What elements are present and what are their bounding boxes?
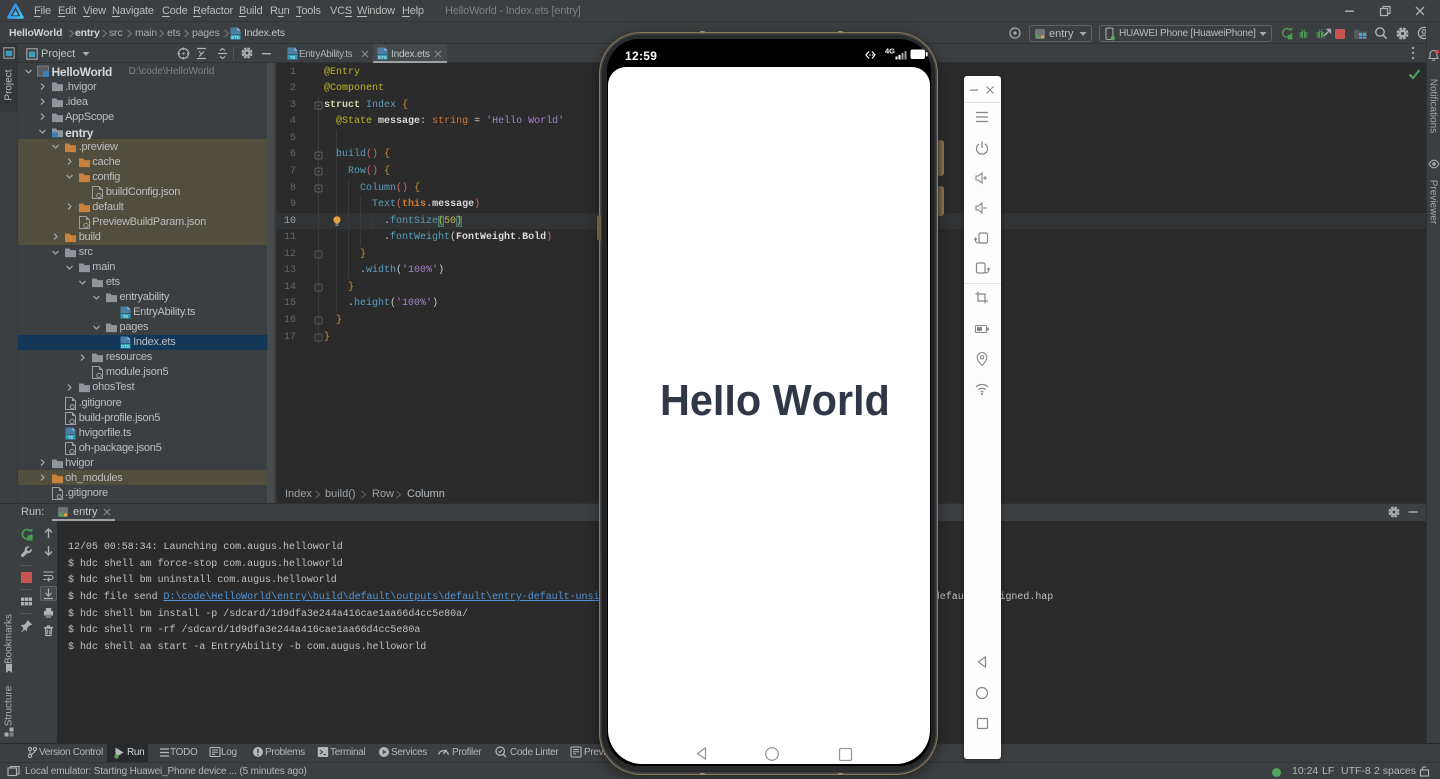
svg-text:4G: 4G xyxy=(885,47,895,56)
svg-text:ETS: ETS xyxy=(231,35,239,40)
svg-text:TS: TS xyxy=(68,434,74,439)
svg-text:TS: TS xyxy=(122,314,128,319)
svg-text:ETS: ETS xyxy=(378,55,386,60)
svg-text:ETS: ETS xyxy=(121,344,129,349)
svg-text:TS: TS xyxy=(290,55,296,60)
